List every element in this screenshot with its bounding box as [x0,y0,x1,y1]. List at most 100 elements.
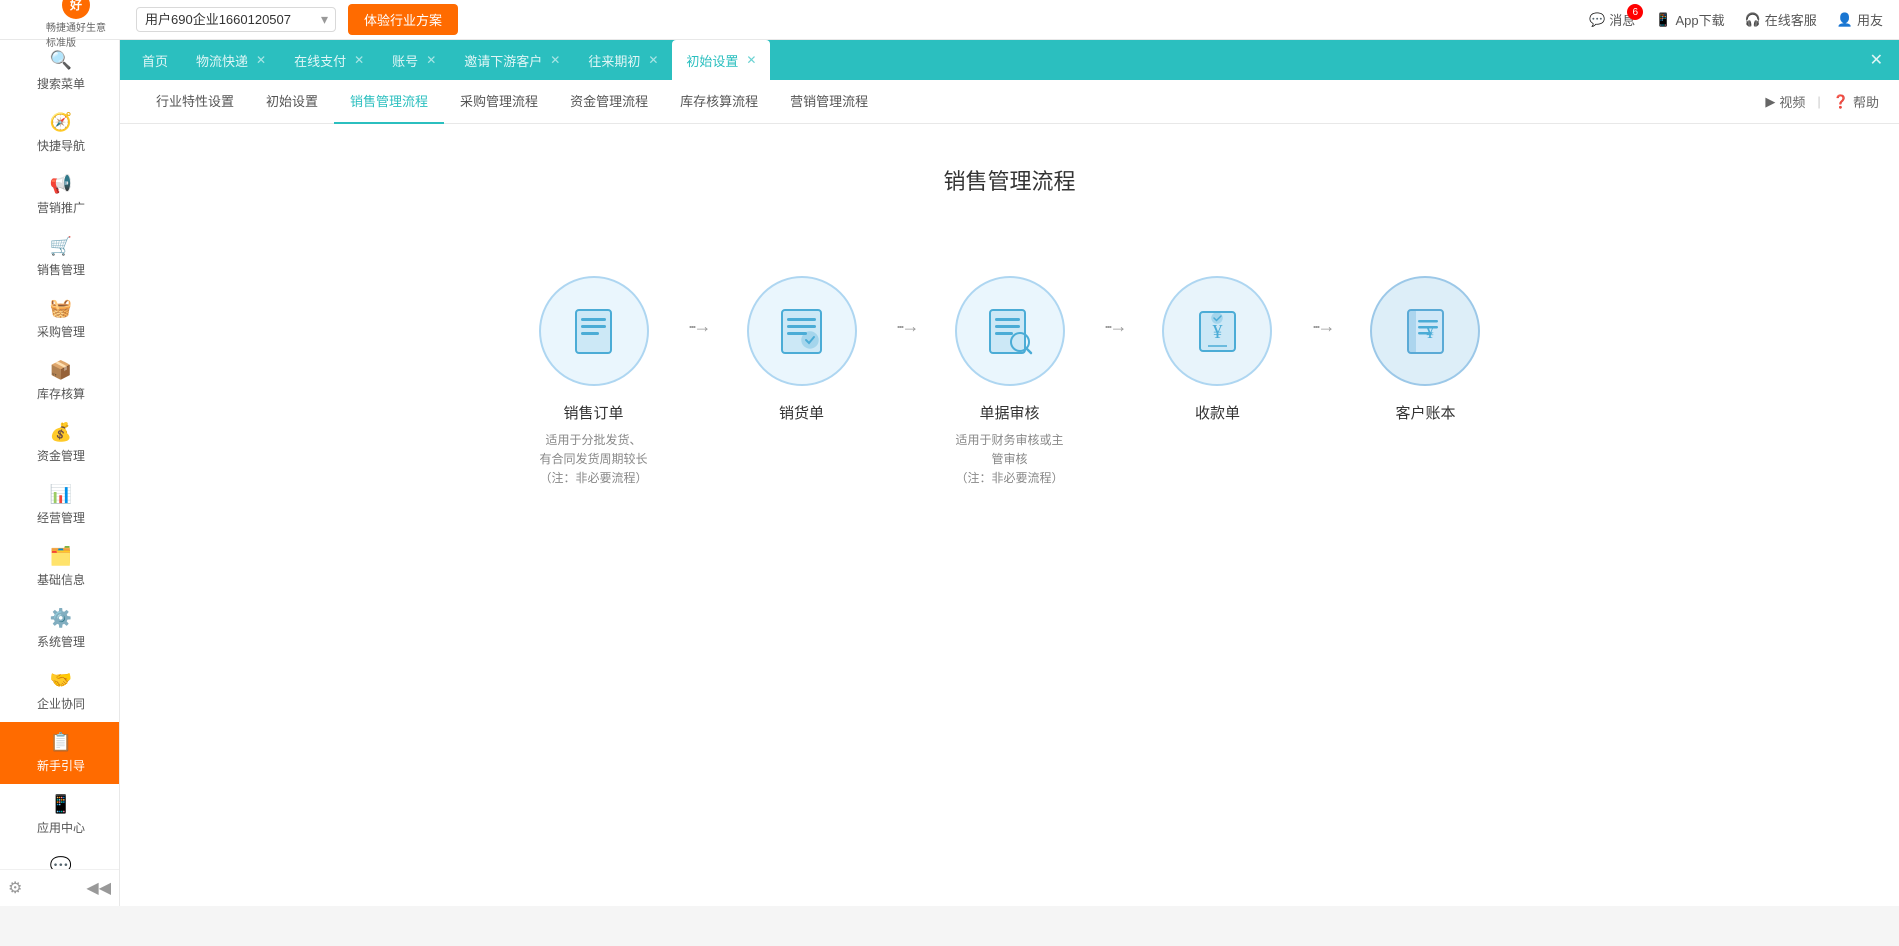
sidebar-item-label: 快捷导航 [37,137,85,154]
sidebar-item-finance[interactable]: 💰 资金管理 [0,412,119,474]
top-bar-actions: 💬 消息 6 📱 App下载 🎧 在线客服 👤 用友 [1589,10,1883,29]
user-action[interactable]: 👤 用友 [1837,10,1883,29]
content-area: 销售管理流程 销售订单 适用于分批发货、有合同发货周期较长（注：非必要流程） [120,124,1899,906]
flow-arrow-3: ···→ [1100,316,1128,337]
system-icon: ⚙️ [50,608,72,629]
nav-icon: 🧭 [50,112,72,133]
sidebar-item-guide[interactable]: 📋 新手引导 [0,722,119,784]
sidebar-item-label: 企业协同 [37,695,85,712]
flow-step-name: 单据审核 [979,402,1039,423]
flow-circle-account: ¥ [1370,276,1480,386]
flow-arrow-4: ···→ [1307,316,1335,337]
app-download-action[interactable]: 📱 App下载 [1655,10,1724,29]
video-icon: ▶ [1765,94,1775,110]
flow-step-name: 收款单 [1195,402,1240,423]
svg-text:¥: ¥ [1212,321,1222,343]
page-title: 销售管理流程 [180,164,1839,196]
sub-tab-sales-flow[interactable]: 销售管理流程 [334,80,444,124]
flow-circle-delivery [747,276,857,386]
sidebar-item-label: 库存核算 [37,385,85,402]
nav-tab-logistics[interactable]: 物流快递 ✕ [182,40,280,80]
flow-step-audit[interactable]: 单据审核 适用于财务审核或主管审核（注：非必要流程） [920,276,1100,489]
sub-tab-industry[interactable]: 行业特性设置 [140,80,250,124]
close-icon[interactable]: ✕ [426,53,436,67]
nav-tab-home[interactable]: 首页 [128,40,182,80]
user-select[interactable]: 用户690企业1660120507 [136,7,336,32]
sidebar-item-system[interactable]: ⚙️ 系统管理 [0,598,119,660]
sidebar-item-apps[interactable]: 📱 应用中心 [0,784,119,846]
sidebar-item-inventory[interactable]: 📦 库存核算 [0,350,119,412]
flow-step-receipt[interactable]: ¥ 收款单 [1127,276,1307,431]
flow-step-account[interactable]: ¥ 客户账本 [1335,276,1515,431]
sub-tab-marketing-flow[interactable]: 营销管理流程 [774,80,884,124]
sidebar-bottom: ⚙ ◀◀ [0,869,119,906]
sidebar-item-marketing[interactable]: 📢 营销推广 [0,164,119,226]
sub-tabs: 行业特性设置 初始设置 销售管理流程 采购管理流程 资金管理流程 库存核算流程 … [120,80,1899,124]
order-icon [566,304,621,359]
collab-icon: 🤝 [50,670,72,691]
sub-tab-init[interactable]: 初始设置 [250,80,334,124]
sub-tab-finance-flow[interactable]: 资金管理流程 [554,80,664,124]
sidebar-item-search[interactable]: 🔍 搜索菜单 [0,40,119,102]
guide-icon: 📋 [50,732,72,753]
collapse-icon[interactable]: ◀◀ [86,878,111,898]
user-select-wrap[interactable]: 用户690企业1660120507 ▾ [136,7,336,32]
sidebar-item-label: 基础信息 [37,571,85,588]
nav-tab-init[interactable]: 初始设置 ✕ [672,40,770,80]
logo-text: 畅捷通好生意 标准版 [46,19,106,49]
flow-arrow-1: ···→ [684,316,712,337]
close-all-tabs[interactable]: ✕ [1862,50,1891,70]
close-icon[interactable]: ✕ [648,53,658,67]
flow-step-desc: 适用于分批发货、有合同发货周期较长（注：非必要流程） [540,431,648,489]
close-icon[interactable]: ✕ [550,53,560,67]
finance-icon: 💰 [50,422,72,443]
account-icon: ¥ [1398,304,1453,359]
message-action[interactable]: 💬 消息 6 [1589,10,1635,29]
logo-icon: 好 [62,0,90,19]
audit-icon [982,304,1037,359]
video-action[interactable]: ▶ 视频 [1765,92,1805,111]
sub-tab-purchase-flow[interactable]: 采购管理流程 [444,80,554,124]
message-icon: 💬 [1589,12,1605,28]
sidebar-item-label: 经营管理 [37,509,85,526]
operation-icon: 📊 [50,484,72,505]
nav-tab-period[interactable]: 往来期初 ✕ [574,40,672,80]
sidebar-item-collab[interactable]: 🤝 企业协同 [0,660,119,722]
flow-step-order[interactable]: 销售订单 适用于分批发货、有合同发货周期较长（注：非必要流程） [504,276,684,489]
service-action[interactable]: 🎧 在线客服 [1745,10,1817,29]
settings-icon[interactable]: ⚙ [8,878,22,898]
sub-tab-inventory-flow[interactable]: 库存核算流程 [664,80,774,124]
sidebar-item-label: 应用中心 [37,819,85,836]
sidebar-item-wechat[interactable]: 💬 企业微信 [0,846,119,869]
nav-tab-payment[interactable]: 在线支付 ✕ [280,40,378,80]
sidebar-item-operation[interactable]: 📊 经营管理 [0,474,119,536]
sidebar-item-basic[interactable]: 🗂️ 基础信息 [0,536,119,598]
flow-step-name: 销货单 [779,402,824,423]
close-icon[interactable]: ✕ [256,53,266,67]
nav-tabs: 首页 物流快递 ✕ 在线支付 ✕ 账号 ✕ 邀请下游客户 ✕ 往来期初 ✕ [120,40,1899,80]
close-icon[interactable]: ✕ [354,53,364,67]
sidebar-item-sales[interactable]: 🛒 销售管理 [0,226,119,288]
sidebar-item-label: 营销推广 [37,199,85,216]
flow-step-name: 销售订单 [564,402,624,423]
trial-button[interactable]: 体验行业方案 [348,4,458,35]
help-action[interactable]: ❓ 帮助 [1833,92,1879,111]
basic-icon: 🗂️ [50,546,72,567]
close-icon[interactable]: ✕ [746,53,756,67]
avatar: 👤 [1837,12,1853,28]
nav-tab-account[interactable]: 账号 ✕ [378,40,450,80]
main-content: 首页 物流快递 ✕ 在线支付 ✕ 账号 ✕ 邀请下游客户 ✕ 往来期初 ✕ [120,40,1899,906]
sidebar-item-label: 采购管理 [37,323,85,340]
sidebar-item-nav[interactable]: 🧭 快捷导航 [0,102,119,164]
flow-diagram: 销售订单 适用于分批发货、有合同发货周期较长（注：非必要流程） ···→ [180,256,1839,509]
sub-tab-actions: ▶ 视频 | ❓ 帮助 [1765,92,1879,111]
message-badge: 6 [1627,4,1643,20]
nav-tab-invite[interactable]: 邀请下游客户 ✕ [450,40,574,80]
flow-circle-audit [955,276,1065,386]
flow-circle-receipt: ¥ [1162,276,1272,386]
flow-step-delivery[interactable]: 销货单 [712,276,892,431]
inventory-icon: 📦 [50,360,72,381]
sidebar-item-purchase[interactable]: 🧺 采购管理 [0,288,119,350]
sidebar-item-label: 系统管理 [37,633,85,650]
sidebar-item-label: 搜索菜单 [37,75,85,92]
